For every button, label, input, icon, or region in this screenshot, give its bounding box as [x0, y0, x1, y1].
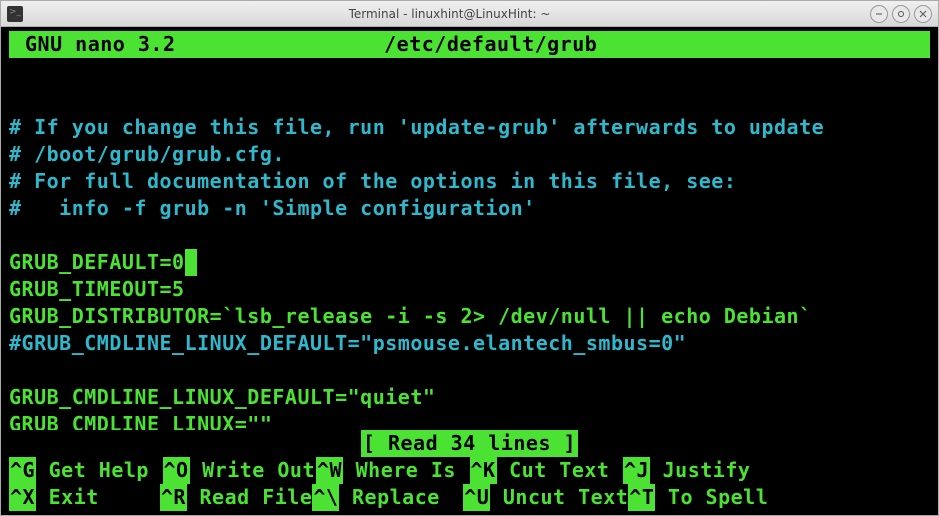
shortcuts-row-2: ^X Exit ^R Read File ^\ Replace ^U Uncut… [9, 484, 930, 511]
window-controls [870, 5, 932, 23]
nano-header: GNU nano 3.2 /etc/default/grub [9, 31, 930, 58]
shortcuts-row-1: ^G Get Help ^O Write Out ^W Where Is ^K … [9, 457, 930, 484]
shortcut-get-help: ^G Get Help [9, 457, 163, 484]
terminal-window: Terminal - linuxhint@LinuxHint: ~ GNU na… [0, 0, 939, 516]
blank-line [9, 88, 22, 112]
shortcut-replace: ^\ Replace [312, 484, 463, 511]
file-line: # /boot/grub/grub.cfg. [9, 142, 285, 166]
terminal-content[interactable]: GNU nano 3.2 /etc/default/grub # If you … [1, 27, 938, 515]
blank-line [9, 223, 22, 247]
shortcut-where-is: ^W Where Is [316, 457, 470, 484]
titlebar: Terminal - linuxhint@LinuxHint: ~ [1, 1, 938, 27]
file-line: #GRUB_CMDLINE_LINUX_DEFAULT="psmouse.ela… [9, 331, 686, 355]
blank-line [9, 358, 22, 382]
file-line: # For full documentation of the options … [9, 169, 736, 193]
file-line: GRUB_CMDLINE_LINUX_DEFAULT="quiet" [9, 385, 435, 409]
window-title: Terminal - linuxhint@LinuxHint: ~ [29, 7, 870, 21]
shortcut-cut-text: ^K Cut Text [470, 457, 624, 484]
minimize-button[interactable] [870, 5, 888, 23]
maximize-button[interactable] [892, 5, 910, 23]
status-line: [ Read 34 lines ] [9, 430, 930, 457]
editor-area[interactable]: # If you change this file, run 'update-g… [9, 60, 930, 430]
status-text: [ Read 34 lines ] [361, 430, 578, 457]
shortcut-uncut-text: ^U Uncut Text [463, 484, 628, 511]
shortcut-read-file: ^R Read File [160, 484, 313, 511]
file-line: GRUB_CMDLINE_LINUX="" [9, 412, 272, 430]
nano-filename: /etc/default/grub [176, 31, 927, 58]
nano-app-name: GNU nano 3.2 [13, 31, 176, 58]
file-line: GRUB_DISTRIBUTOR=`lsb_release -i -s 2> /… [9, 304, 812, 328]
shortcut-to-spell: ^T To Spell [628, 484, 779, 511]
shortcut-write-out: ^O Write Out [163, 457, 317, 484]
file-line: # info -f grub -n 'Simple configuration' [9, 196, 536, 220]
cursor [185, 249, 197, 276]
terminal-icon [7, 6, 23, 22]
file-line: GRUB_DEFAULT=0 [9, 250, 197, 274]
close-button[interactable] [914, 5, 932, 23]
file-line: GRUB_TIMEOUT=5 [9, 277, 185, 301]
shortcut-exit: ^X Exit [9, 484, 160, 511]
file-line: # If you change this file, run 'update-g… [9, 115, 824, 139]
shortcut-justify: ^J Justify [623, 457, 777, 484]
